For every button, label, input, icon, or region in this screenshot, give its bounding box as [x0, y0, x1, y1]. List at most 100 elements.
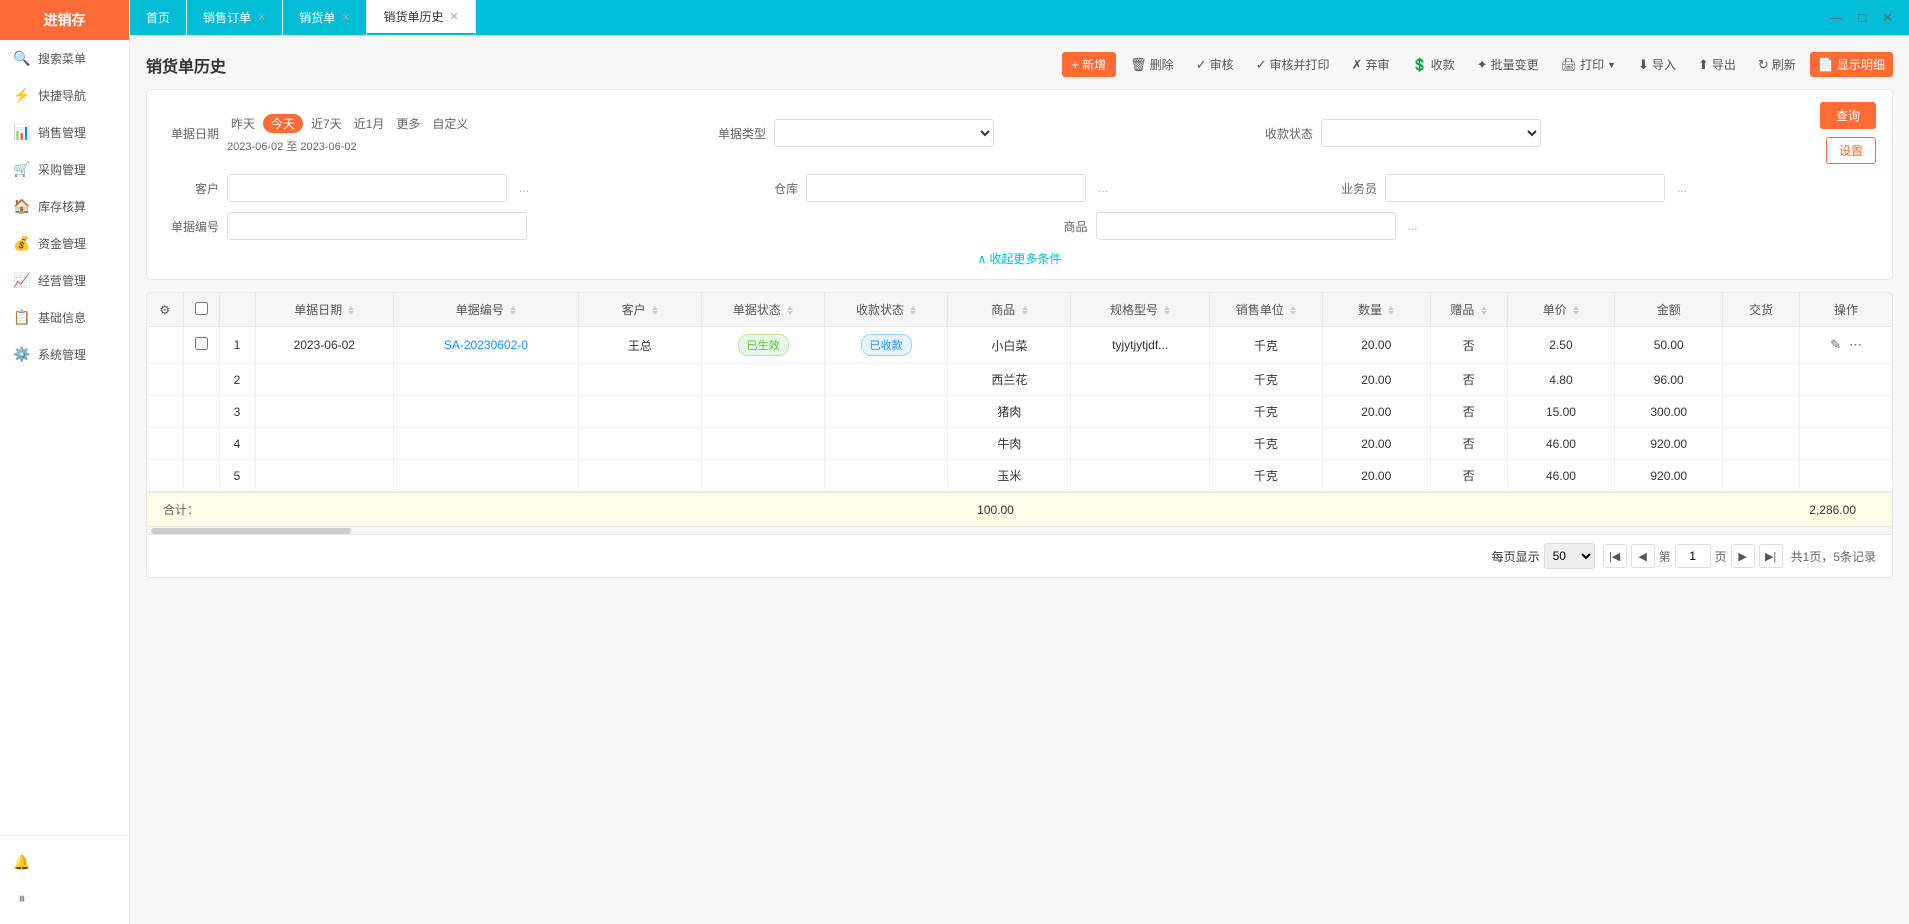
payment-status-select[interactable]	[1321, 119, 1541, 147]
export-button[interactable]: ⬆ 导出	[1690, 52, 1744, 77]
warehouse-input[interactable]	[806, 174, 1086, 202]
filter-goods: 商品 ...	[1032, 212, 1877, 240]
tab-sales-goods-close[interactable]: ✕	[341, 11, 350, 24]
set-button[interactable]: 设置	[1826, 137, 1876, 164]
row-doc-date-cell	[255, 428, 394, 460]
sales-unit-column-header[interactable]: 销售单位	[1209, 293, 1322, 327]
goods-input[interactable]	[1096, 212, 1396, 240]
row-checkbox-cell[interactable]	[183, 460, 219, 492]
table-header-row: ⚙ 单据日期 单据编号	[147, 293, 1892, 327]
row-quantity-cell: 20.00	[1322, 327, 1430, 364]
row-spec-type-cell	[1071, 428, 1210, 460]
row-gift-cell: 否	[1430, 460, 1507, 492]
page-number-input[interactable]	[1675, 544, 1711, 568]
inventory-calc-icon: 🏠	[14, 199, 30, 215]
row-unit-price-cell: 15.00	[1507, 396, 1615, 428]
purchase-mgmt-icon: 🛒	[14, 162, 30, 178]
customer-label: 客户	[163, 180, 219, 197]
sidebar-item-purchase-mgmt[interactable]: 🛒 采购管理	[0, 151, 129, 188]
sidebar-item-system-mgmt[interactable]: ⚙️ 系统管理	[0, 336, 129, 373]
tab-sales-order-close[interactable]: ✕	[257, 11, 266, 24]
doc-no-column-header[interactable]: 单据编号	[394, 293, 579, 327]
salesperson-ellipsis[interactable]: ...	[1673, 181, 1691, 195]
row-customer-cell	[578, 428, 701, 460]
scroll-thumb[interactable]	[151, 528, 351, 534]
audit-button[interactable]: ✓ 审核	[1188, 52, 1242, 77]
row-checkbox-cell[interactable]	[183, 364, 219, 396]
batch-change-button[interactable]: ✦ 批量变更	[1469, 52, 1547, 77]
date-shortcut-custom[interactable]: 自定义	[428, 113, 472, 134]
sidebar-item-label: 销售管理	[38, 124, 86, 141]
checkbox-column-header[interactable]	[183, 293, 219, 327]
maximize-button[interactable]: □	[1850, 0, 1874, 36]
gear-column-header[interactable]: ⚙	[147, 293, 183, 327]
audit-print-button[interactable]: ✓ 审核并打印	[1248, 52, 1338, 77]
row-spec-type-cell	[1071, 460, 1210, 492]
date-shortcut-more[interactable]: 更多	[392, 113, 424, 134]
print-button[interactable]: 🖨 打印 ▼	[1553, 52, 1624, 77]
page-next-button[interactable]: ▶	[1731, 544, 1755, 568]
refresh-button[interactable]: ↻ 刷新	[1750, 52, 1804, 77]
more-icon[interactable]: ⋯	[1849, 337, 1862, 353]
import-button[interactable]: ⬇ 导入	[1630, 52, 1684, 77]
minimize-button[interactable]: —	[1821, 0, 1850, 36]
customer-input[interactable]	[227, 174, 507, 202]
sidebar-item-search-menu[interactable]: 🔍 搜索菜单	[0, 40, 129, 77]
doc-no-link[interactable]: SA-20230602-0	[444, 338, 528, 352]
page-first-button[interactable]: |◀	[1603, 544, 1627, 568]
abandon-button[interactable]: ✗ 弃审	[1344, 52, 1398, 77]
collapse-button[interactable]: ∧ 收起更多条件	[978, 250, 1062, 267]
edit-icon[interactable]: ✎	[1830, 337, 1841, 353]
row-checkbox[interactable]	[195, 337, 208, 350]
doc-date-column-header[interactable]: 单据日期	[255, 293, 394, 327]
customer-ellipsis[interactable]: ...	[515, 181, 533, 195]
spec-type-column-header[interactable]: 规格型号	[1071, 293, 1210, 327]
new-button[interactable]: + 新增	[1062, 52, 1117, 77]
sidebar-item-operation-mgmt[interactable]: 📈 经营管理	[0, 262, 129, 299]
sidebar-item-finance-mgmt[interactable]: 💰 资金管理	[0, 225, 129, 262]
date-shortcut-yesterday[interactable]: 昨天	[227, 113, 259, 134]
select-all-checkbox[interactable]	[195, 302, 208, 315]
tab-sales-goods[interactable]: 销货单 ✕	[283, 0, 367, 35]
page-last-button[interactable]: ▶|	[1759, 544, 1783, 568]
tab-home[interactable]: 首页	[130, 0, 187, 35]
per-page-select[interactable]: 50 100 200	[1544, 543, 1595, 569]
salesperson-input[interactable]	[1385, 174, 1665, 202]
quantity-column-header[interactable]: 数量	[1322, 293, 1430, 327]
query-button[interactable]: 查询	[1820, 102, 1876, 129]
gift-column-header[interactable]: 赠品	[1430, 293, 1507, 327]
collect-button[interactable]: 💲 收款	[1403, 52, 1462, 77]
delete-button[interactable]: 🗑 删除	[1122, 52, 1182, 77]
row-checkbox-cell[interactable]	[183, 327, 219, 364]
row-checkbox-cell[interactable]	[183, 396, 219, 428]
row-doc-no-cell[interactable]: SA-20230602-0	[394, 327, 579, 364]
unit-price-column-header[interactable]: 单价	[1507, 293, 1615, 327]
doc-no-input[interactable]	[227, 212, 527, 240]
row-doc-date-cell	[255, 460, 394, 492]
per-page-selector: 每页显示 50 100 200	[1492, 543, 1595, 569]
doc-type-select[interactable]	[774, 119, 994, 147]
payment-status-column-header[interactable]: 收款状态	[825, 293, 948, 327]
tab-sales-order[interactable]: 销售订单 ✕	[187, 0, 283, 35]
date-shortcut-7days[interactable]: 近7天	[307, 113, 346, 134]
sidebar-notification-btn[interactable]: 🔔	[0, 844, 129, 880]
row-checkbox-cell[interactable]	[183, 428, 219, 460]
horizontal-scrollbar[interactable]	[147, 526, 1892, 534]
close-window-button[interactable]: ✕	[1874, 0, 1901, 36]
tab-sales-history-close[interactable]: ✕	[450, 10, 459, 23]
sidebar-pause-btn[interactable]: ⏸	[0, 880, 129, 916]
sidebar-item-inventory-calc[interactable]: 🏠 库存核算	[0, 188, 129, 225]
sidebar-item-sales-mgmt[interactable]: 📊 销售管理	[0, 114, 129, 151]
date-shortcut-1month[interactable]: 近1月	[350, 113, 389, 134]
goods-column-header[interactable]: 商品	[948, 293, 1071, 327]
goods-ellipsis[interactable]: ...	[1404, 219, 1422, 233]
tab-sales-history[interactable]: 销货单历史 ✕	[367, 0, 475, 35]
sidebar-item-quick-nav[interactable]: ⚡ 快捷导航	[0, 77, 129, 114]
warehouse-ellipsis[interactable]: ...	[1094, 181, 1112, 195]
show-detail-button[interactable]: 📄 显示明细	[1810, 52, 1893, 77]
customer-column-header[interactable]: 客户	[578, 293, 701, 327]
sidebar-item-basic-info[interactable]: 📋 基础信息	[0, 299, 129, 336]
page-prev-button[interactable]: ◀	[1631, 544, 1655, 568]
doc-status-column-header[interactable]: 单据状态	[701, 293, 824, 327]
date-shortcut-today[interactable]: 今天	[263, 114, 303, 133]
